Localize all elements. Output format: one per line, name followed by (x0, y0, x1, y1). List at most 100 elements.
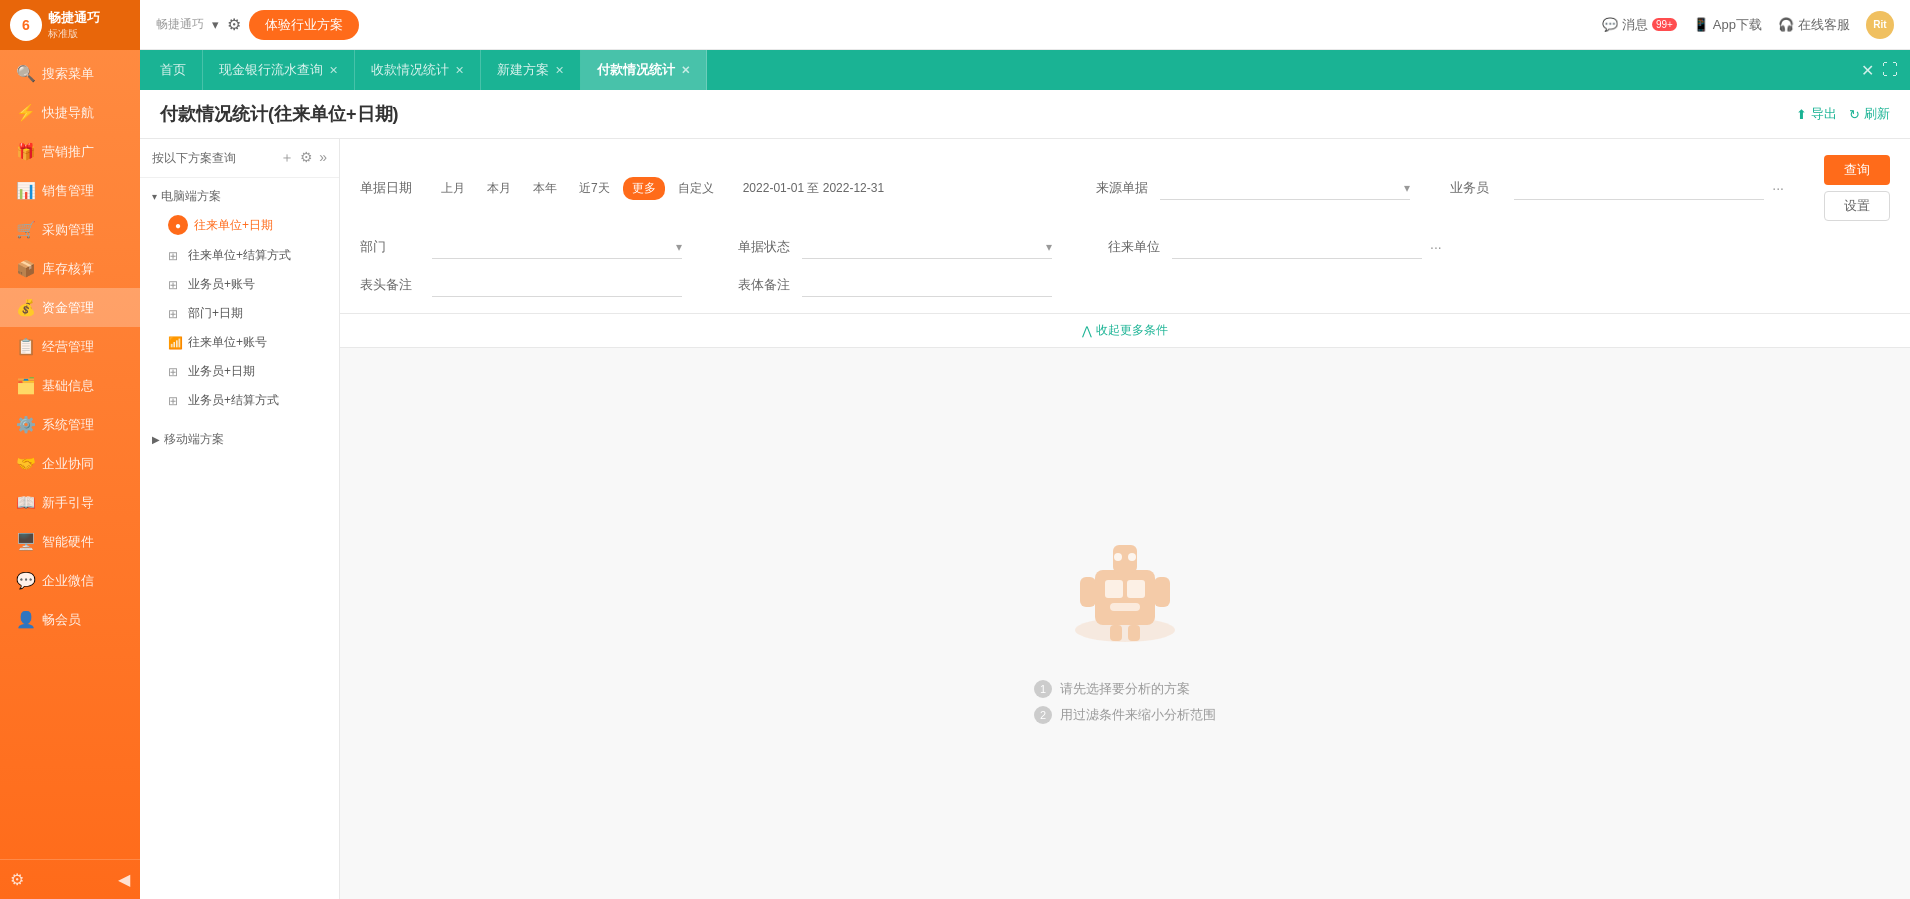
scheme-item-unit-account[interactable]: 📶 往来单位+账号 (140, 328, 339, 357)
date-last-7days[interactable]: 近7天 (570, 177, 619, 200)
scheme-item-unit-date[interactable]: ● 往来单位+日期 (140, 209, 339, 241)
sidebar-item-inventory[interactable]: 📦 库存核算 (0, 249, 140, 288)
table-icon-3: ⊞ (168, 307, 182, 321)
sidebar-item-member[interactable]: 👤 畅会员 (0, 600, 140, 639)
tab-receipt[interactable]: 收款情况统计 ✕ (355, 50, 481, 90)
svg-rect-9 (1154, 577, 1170, 607)
tab-new-scheme[interactable]: 新建方案 ✕ (481, 50, 581, 90)
tab-cashflow[interactable]: 现金银行流水查询 ✕ (203, 50, 355, 90)
dept-arrow-icon: ▾ (676, 240, 682, 254)
expand-mobile-icon: ▶ (152, 434, 160, 445)
settings-footer-icon[interactable]: ⚙ (10, 870, 24, 889)
partner-more-icon[interactable]: ··· (1430, 239, 1442, 255)
mobile-group-header[interactable]: ▶ 移动端方案 (140, 427, 339, 452)
tabs-bar-actions: ✕ ⛶ (1861, 61, 1906, 80)
topbar-left: 畅捷通巧 ▾ ⚙ 体验行业方案 (156, 10, 1590, 40)
service-label: 在线客服 (1798, 16, 1850, 34)
export-icon: ⬆ (1796, 107, 1807, 122)
source-arrow-icon: ▾ (1404, 181, 1410, 195)
close-all-tabs-icon[interactable]: ✕ (1861, 61, 1874, 80)
sidebar-item-capital[interactable]: 💰 资金管理 (0, 288, 140, 327)
page-header: 付款情况统计(往来单位+日期) ⬆ 导出 ↻ 刷新 (140, 90, 1910, 139)
tab-home[interactable]: 首页 (144, 50, 203, 90)
message-icon: 💬 (1602, 17, 1618, 32)
scheme-item-staff-settle[interactable]: ⊞ 业务员+结算方式 (140, 386, 339, 415)
scheme-settings-icon[interactable]: ⚙ (300, 149, 313, 167)
settings-button[interactable]: 设置 (1824, 191, 1890, 221)
sidebar-item-enterprise[interactable]: 🤝 企业协同 (0, 444, 140, 483)
date-custom[interactable]: 自定义 (669, 177, 723, 200)
query-button[interactable]: 查询 (1824, 155, 1890, 185)
phone-icon: 📱 (1693, 17, 1709, 32)
headset-icon: 🎧 (1778, 17, 1794, 32)
topbar-gear-icon[interactable]: ⚙ (227, 15, 241, 34)
tabs-bar: 首页 现金银行流水查询 ✕ 收款情况统计 ✕ 新建方案 ✕ 付款情况统计 ✕ ✕… (140, 50, 1910, 90)
staff-label: 业务员 (1450, 179, 1506, 197)
step-2-num: 2 (1034, 706, 1052, 724)
date-this-year[interactable]: 本年 (524, 177, 566, 200)
sidebar-item-purchase[interactable]: 🛒 采购管理 (0, 210, 140, 249)
tab-close-receipt[interactable]: ✕ (455, 64, 464, 77)
filter-row-3: 表头备注 表体备注 (360, 273, 1890, 297)
collapse-panel-icon[interactable]: » (319, 149, 327, 167)
doc-status-select[interactable]: ▾ (802, 236, 1052, 259)
breadcrumb-dropdown[interactable]: ▾ (212, 17, 219, 32)
gift-icon: 🎁 (16, 142, 34, 161)
partner-input[interactable] (1172, 235, 1422, 259)
date-last-month[interactable]: 上月 (432, 177, 474, 200)
sidebar-item-wechat[interactable]: 💬 企业微信 (0, 561, 140, 600)
scheme-item-staff-date[interactable]: ⊞ 业务员+日期 (140, 357, 339, 386)
filter-row-1: 单据日期 上月 本月 本年 近7天 更多 自定义 2022-01-01 至 20… (360, 155, 1890, 221)
sidebar-logo: 6 (10, 9, 42, 41)
user-avatar[interactable]: Rit (1866, 11, 1894, 39)
collapse-up-icon: ⋀ (1082, 324, 1092, 338)
date-more[interactable]: 更多 (623, 177, 665, 200)
tab-payment[interactable]: 付款情况统计 ✕ (581, 50, 707, 90)
scheme-item-unit-settle[interactable]: ⊞ 往来单位+结算方式 (140, 241, 339, 270)
doc-status-label: 单据状态 (738, 238, 794, 256)
date-this-month[interactable]: 本月 (478, 177, 520, 200)
header-note-input[interactable] (432, 273, 682, 297)
sidebar-item-hardware[interactable]: 🖥️ 智能硬件 (0, 522, 140, 561)
collapse-sidebar-icon[interactable]: ◀ (118, 870, 130, 889)
app-download-item[interactable]: 📱 App下载 (1693, 16, 1762, 34)
page-title: 付款情况统计(往来单位+日期) (160, 102, 399, 126)
collapse-conditions-button[interactable]: ⋀ 收起更多条件 (340, 314, 1910, 348)
refresh-button[interactable]: ↻ 刷新 (1849, 105, 1890, 123)
tab-close-cashflow[interactable]: ✕ (329, 64, 338, 77)
sidebar-item-guide[interactable]: 📖 新手引导 (0, 483, 140, 522)
scheme-item-staff-account[interactable]: ⊞ 业务员+账号 (140, 270, 339, 299)
trial-button[interactable]: 体验行业方案 (249, 10, 359, 40)
search-icon: 🔍 (16, 64, 34, 83)
sidebar-item-marketing[interactable]: 🎁 营销推广 (0, 132, 140, 171)
expand-tabs-icon[interactable]: ⛶ (1882, 61, 1898, 79)
add-scheme-icon[interactable]: ＋ (280, 149, 294, 167)
sidebar-item-search[interactable]: 🔍 搜索菜单 (0, 54, 140, 93)
staff-input[interactable] (1514, 176, 1764, 200)
service-item[interactable]: 🎧 在线客服 (1778, 16, 1850, 34)
sidebar-item-sales[interactable]: 📊 销售管理 (0, 171, 140, 210)
date-range-display: 2022-01-01 至 2022-12-31 (743, 180, 884, 197)
tab-close-payment[interactable]: ✕ (681, 64, 690, 77)
staff-more-icon[interactable]: ··· (1772, 180, 1784, 196)
export-button[interactable]: ⬆ 导出 (1796, 105, 1837, 123)
dept-select[interactable]: ▾ (432, 236, 682, 259)
scheme-item-dept-date[interactable]: ⊞ 部门+日期 (140, 299, 339, 328)
handshake-icon: 🤝 (16, 454, 34, 473)
sidebar-item-system[interactable]: ⚙️ 系统管理 (0, 405, 140, 444)
sidebar-item-operation[interactable]: 📋 经营管理 (0, 327, 140, 366)
tab-close-new-scheme[interactable]: ✕ (555, 64, 564, 77)
desktop-group-header[interactable]: ▾ 电脑端方案 (140, 184, 339, 209)
message-label: 消息 (1622, 16, 1648, 34)
body-note-input[interactable] (802, 273, 1052, 297)
user-icon: 👤 (16, 610, 34, 629)
svg-point-7 (1128, 553, 1136, 561)
message-item[interactable]: 💬 消息 99+ (1602, 16, 1677, 34)
sidebar-item-basic[interactable]: 🗂️ 基础信息 (0, 366, 140, 405)
sidebar-item-quicknav[interactable]: ⚡ 快捷导航 (0, 93, 140, 132)
left-panel: 按以下方案查询 ＋ ⚙ » ▾ 电脑端方案 ● 往来单位+日期 (140, 139, 340, 899)
expand-icon: ▾ (152, 191, 157, 202)
source-select[interactable]: ▾ (1160, 177, 1410, 200)
header-note-label: 表头备注 (360, 276, 416, 294)
sidebar-title: 畅捷通巧 (48, 9, 100, 27)
